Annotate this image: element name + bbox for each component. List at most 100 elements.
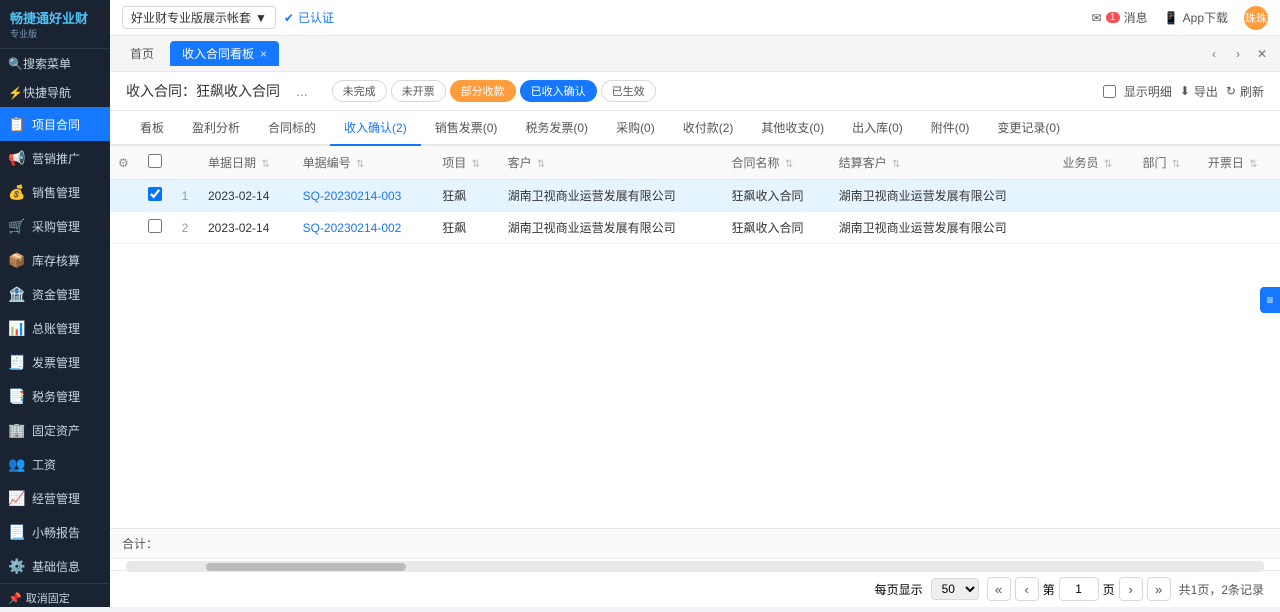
report-icon: 📃	[8, 523, 26, 541]
sidebar-item-sales[interactable]: 💰 销售管理	[0, 175, 110, 209]
row1-code-link[interactable]: SQ-20230214-003	[303, 189, 402, 203]
row1-contract: 狂飙收入合同	[724, 180, 831, 212]
tab-income-contract[interactable]: 收入合同看板 ×	[170, 41, 279, 66]
subtab-purchase[interactable]: 采购(0)	[602, 111, 669, 146]
main-area: 好业财专业版展示帐套 ▼ ✔ 已认证 ✉ 1 消息 📱 App下载 珠珠	[110, 0, 1280, 607]
assets-icon: 🏢	[8, 421, 26, 439]
row2-select-checkbox[interactable]	[148, 219, 162, 233]
refresh-button[interactable]: ↻ 刷新	[1226, 83, 1264, 100]
page-label2: 页	[1103, 581, 1115, 598]
salesman-sort-icon[interactable]: ⇅	[1104, 159, 1112, 170]
sidebar-item-base[interactable]: ⚙️ 基础信息	[0, 549, 110, 583]
sidebar-item-capital[interactable]: 🏦 资金管理	[0, 277, 110, 311]
message-action[interactable]: ✉ 1 消息	[1092, 9, 1148, 26]
row1-select-checkbox[interactable]	[148, 187, 162, 201]
sidebar-quicknav-label: 快捷导航	[23, 84, 71, 101]
page-size-select[interactable]: 50	[931, 578, 979, 600]
sidebar-item-ops[interactable]: 📈 经营管理	[0, 481, 110, 515]
scrollbar-area[interactable]	[110, 558, 1280, 570]
table-row[interactable]: 1 2023-02-14 SQ-20230214-003 狂飙 湖南卫视商业运营…	[110, 180, 1280, 212]
row2-code-link[interactable]: SQ-20230214-002	[303, 221, 402, 235]
topbar: 好业财专业版展示帐套 ▼ ✔ 已认证 ✉ 1 消息 📱 App下载 珠珠	[110, 0, 1280, 36]
row2-project: 狂飙	[434, 212, 499, 244]
select-all-checkbox[interactable]	[148, 154, 162, 168]
subtab-other[interactable]: 其他收支(0)	[747, 111, 838, 146]
table-row[interactable]: 2 2023-02-14 SQ-20230214-002 狂飙 湖南卫视商业运营…	[110, 212, 1280, 244]
row1-project: 狂飙	[434, 180, 499, 212]
date-sort-icon[interactable]: ⇅	[261, 159, 269, 170]
home-label: 首页	[130, 47, 154, 61]
sidebar-item-inventory[interactable]: 📦 库存核算	[0, 243, 110, 277]
table-wrapper: ⚙ 单据日期 ⇅ 单据编号 ⇅	[110, 146, 1280, 528]
subtab-profit[interactable]: 盈利分析	[178, 111, 254, 146]
total-info: 共1页，2条记录	[1179, 581, 1264, 598]
customer-sort-icon[interactable]: ⇅	[537, 159, 545, 170]
open-date-sort-icon[interactable]: ⇅	[1249, 159, 1257, 170]
last-page-button[interactable]: »	[1147, 577, 1171, 601]
subtab-warehouse[interactable]: 出入库(0)	[838, 111, 917, 146]
subtab-payment[interactable]: 收付款(2)	[669, 111, 748, 146]
code-sort-icon[interactable]: ⇅	[356, 159, 364, 170]
floating-action-button[interactable]: ≡	[1260, 287, 1280, 313]
company-selector[interactable]: 好业财专业版展示帐套 ▼	[122, 6, 276, 29]
tab-close-button[interactable]: ×	[260, 47, 267, 61]
table-header-row: ⚙ 单据日期 ⇅ 单据编号 ⇅	[110, 146, 1280, 180]
project-sort-icon[interactable]: ⇅	[472, 159, 480, 170]
sidebar-quicknav[interactable]: ⚡ 快捷导航	[0, 78, 110, 107]
logo-text: 畅捷通好业财	[10, 8, 100, 27]
status-incomplete-button[interactable]: 未完成	[332, 80, 387, 102]
search-icon: 🔍	[8, 57, 23, 71]
sidebar-item-assets[interactable]: 🏢 固定资产	[0, 413, 110, 447]
more-button[interactable]: ...	[292, 83, 312, 99]
sidebar-item-hr[interactable]: 👥 工资	[0, 447, 110, 481]
sidebar-item-invoice[interactable]: 🧾 发票管理	[0, 345, 110, 379]
subtab-changes[interactable]: 变更记录(0)	[983, 111, 1074, 146]
subtab-revenue-confirm[interactable]: 收入确认(2)	[330, 111, 421, 146]
base-icon: ⚙️	[8, 557, 26, 575]
sidebar-item-project[interactable]: 📋 项目合同	[0, 107, 110, 141]
message-label: 消息	[1124, 9, 1148, 26]
show-detail-checkbox[interactable]	[1103, 85, 1116, 98]
sidebar-search[interactable]: 🔍 搜索菜单	[0, 49, 110, 78]
tab-nav-buttons: ‹ › ✕	[1204, 44, 1272, 64]
sidebar-item-purchase[interactable]: 🛒 采购管理	[0, 209, 110, 243]
column-settings-icon[interactable]: ⚙	[118, 156, 129, 170]
col-checkbox-header	[140, 146, 170, 180]
dropdown-icon: ▼	[255, 11, 267, 25]
prev-page-button[interactable]: ‹	[1015, 577, 1039, 601]
subtab-tax-invoice[interactable]: 税务发票(0)	[511, 111, 602, 146]
hr-icon: 👥	[8, 455, 26, 473]
col-customer: 客户 ⇅	[500, 146, 724, 180]
sidebar-item-general[interactable]: 📊 总账管理	[0, 311, 110, 345]
sidebar-pin-toggle[interactable]: 📌 取消固定	[0, 583, 110, 612]
subtab-attachment[interactable]: 附件(0)	[917, 111, 984, 146]
app-download-action[interactable]: 📱 App下载	[1164, 9, 1228, 26]
status-uninvoiced-button[interactable]: 未开票	[391, 80, 446, 102]
next-page-button[interactable]: ›	[1119, 577, 1143, 601]
col-dept: 部门 ⇅	[1135, 146, 1200, 180]
subtab-contract-subject[interactable]: 合同标的	[254, 111, 330, 146]
tab-home[interactable]: 首页	[118, 41, 166, 66]
user-action[interactable]: 珠珠	[1244, 6, 1268, 30]
sidebar-item-marketing[interactable]: 📢 营销推广	[0, 141, 110, 175]
status-confirmed-button[interactable]: 已收入确认	[520, 80, 597, 102]
status-effective-button[interactable]: 已生效	[601, 80, 656, 102]
tab-close-all-button[interactable]: ✕	[1252, 44, 1272, 64]
tab-next-button[interactable]: ›	[1228, 44, 1248, 64]
sidebar-item-report[interactable]: 📃 小畅报告	[0, 515, 110, 549]
subtab-board[interactable]: 看板	[126, 111, 178, 146]
show-detail-toggle[interactable]: 显示明细	[1103, 83, 1172, 100]
status-partial-button[interactable]: 部分收款	[450, 80, 516, 102]
sidebar-item-inventory-label: 库存核算	[32, 252, 80, 269]
quick-icon: ⚡	[8, 86, 23, 100]
settle-sort-icon[interactable]: ⇅	[892, 159, 900, 170]
contract-sort-icon[interactable]: ⇅	[785, 159, 793, 170]
dept-sort-icon[interactable]: ⇅	[1172, 159, 1180, 170]
tab-prev-button[interactable]: ‹	[1204, 44, 1224, 64]
page-input[interactable]	[1059, 577, 1099, 601]
first-page-button[interactable]: «	[987, 577, 1011, 601]
col-settle-customer: 结算客户 ⇅	[831, 146, 1055, 180]
subtab-sales-invoice[interactable]: 销售发票(0)	[421, 111, 512, 146]
sidebar-item-tax[interactable]: 📑 税务管理	[0, 379, 110, 413]
export-button[interactable]: ⬇ 导出	[1180, 83, 1218, 100]
